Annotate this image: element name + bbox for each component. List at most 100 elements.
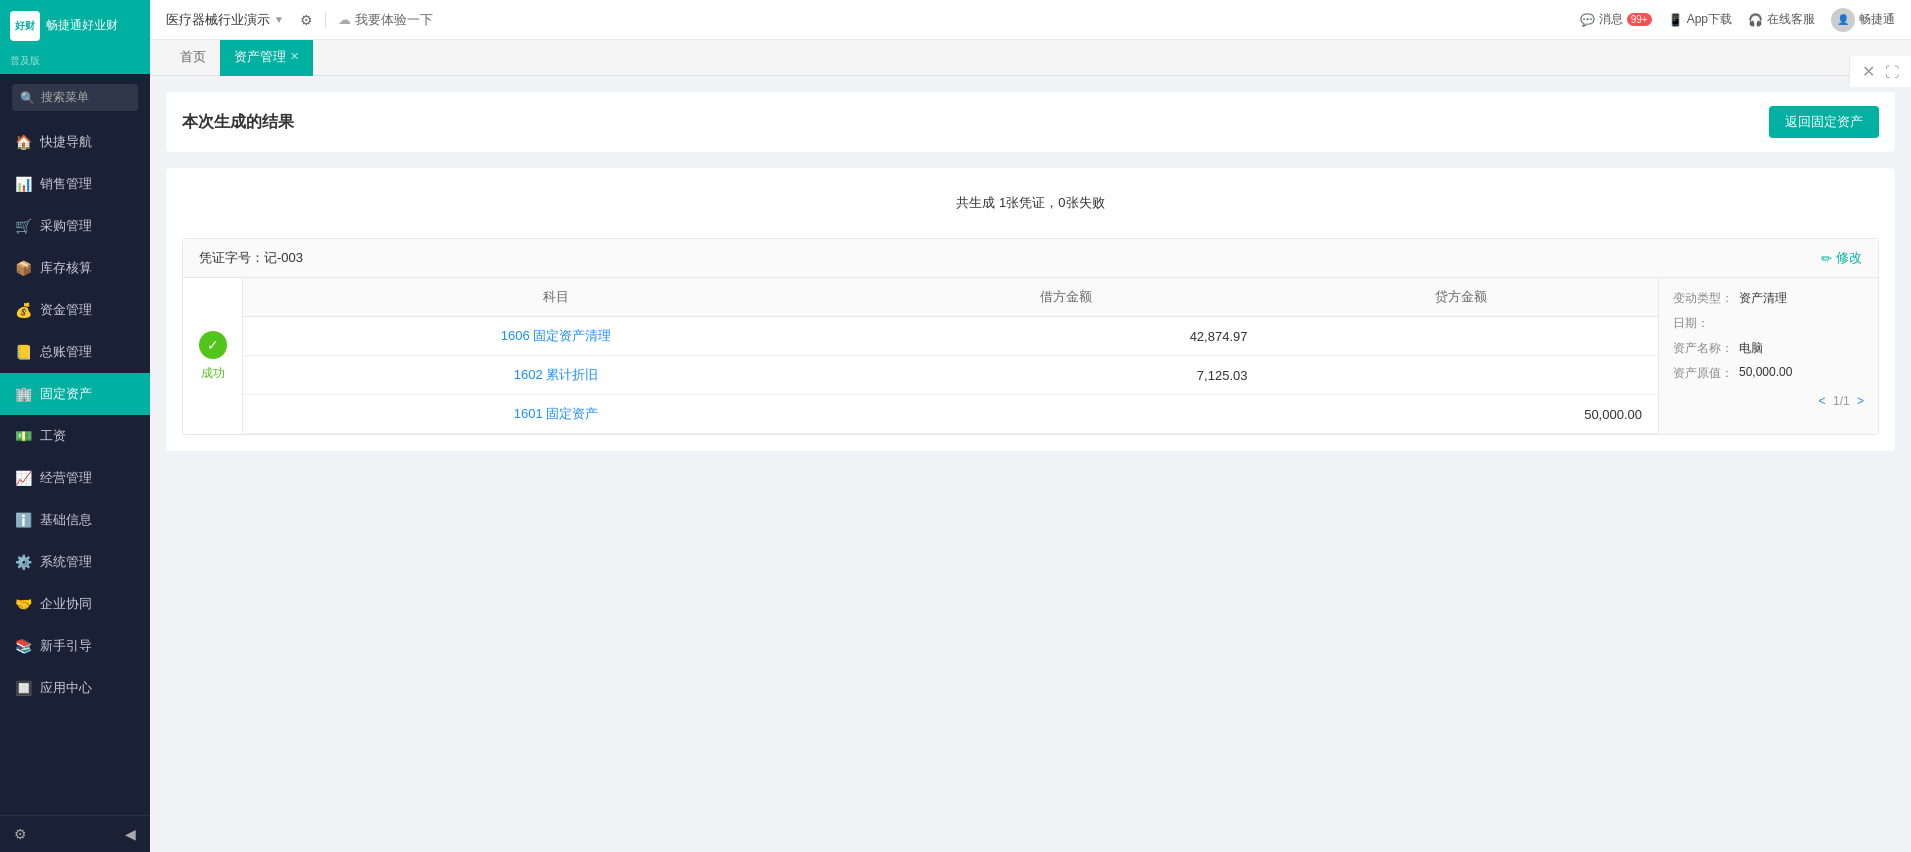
original-value-value: 50,000.00 [1739,365,1792,379]
company-selector[interactable]: 医疗器械行业演示 ▼ [166,11,284,29]
success-icon: ✓ [199,331,227,359]
sidebar-item-label: 快捷导航 [40,133,92,151]
voucher-edit-button[interactable]: ✏ 修改 [1821,249,1862,267]
sidebar-item-enterprise[interactable]: 🤝 企业协同 [0,583,150,625]
experience-label: 我要体验一下 [355,11,433,29]
online-service-button[interactable]: 🎧 在线客服 [1748,11,1815,28]
app-name: 畅捷通好业财 [46,18,118,34]
debit-cell-1: 42,874.97 [869,317,1264,356]
page-header: 本次生成的结果 返回固定资产 [166,92,1895,152]
logo-icon: 好财 [10,11,40,41]
company-name: 医疗器械行业演示 [166,11,270,29]
voucher-number: 凭证字号：记-003 [199,249,303,267]
sidebar-item-label: 工资 [40,427,66,445]
sidebar-item-label: 基础信息 [40,511,92,529]
tab-home[interactable]: 首页 [166,40,220,76]
tab-home-label: 首页 [180,48,206,66]
asset-name-row: 资产名称： 电脑 [1673,340,1864,357]
tab-asset-management[interactable]: 资产管理 ✕ [220,40,313,76]
experience-button[interactable]: ☁ 我要体验一下 [338,11,433,29]
close-panel-icon[interactable]: ✕ [1858,60,1879,83]
sidebar-nav: 🔍 搜索菜单 🏠 快捷导航 📊 销售管理 🛒 采购管理 📦 库存核算 💰 资金管… [0,74,150,815]
sidebar-item-fixed-assets[interactable]: 🏢 固定资产 [0,373,150,415]
table-row: 1606 固定资产清理 42,874.97 [243,317,1658,356]
topbar-right: 💬 消息 99+ 📱 App下载 🎧 在线客服 👤 畅捷通 [1580,8,1895,32]
sidebar-item-system[interactable]: ⚙️ 系统管理 [0,541,150,583]
original-value-row: 资产原值： 50,000.00 [1673,365,1864,382]
message-icon: 💬 [1580,13,1595,27]
back-to-fixed-assets-button[interactable]: 返回固定资产 [1769,106,1879,138]
topbar: 医疗器械行业演示 ▼ ⚙ ☁ 我要体验一下 💬 消息 99+ 📱 App下载 🎧 [150,0,1911,40]
edit-icon: ✏ [1821,251,1832,266]
assets-icon: 🏢 [14,386,32,402]
sidebar-item-finance[interactable]: 💰 资金管理 [0,289,150,331]
sidebar: 好财 畅捷通好业财 普及版 🔍 搜索菜单 🏠 快捷导航 📊 销售管理 🛒 采购管… [0,0,150,852]
sidebar-item-app-center[interactable]: 🔲 应用中心 [0,667,150,709]
message-badge: 99+ [1627,13,1652,26]
sidebar-search-area: 🔍 搜索菜单 [0,74,150,121]
sidebar-item-payroll[interactable]: 💵 工资 [0,415,150,457]
voucher-table: 科目 借方金额 贷方金额 1606 固定资产清理 42,874.97 [243,278,1658,434]
debit-cell-2: 7,125.03 [869,356,1264,395]
sidebar-item-inventory[interactable]: 📦 库存核算 [0,247,150,289]
avatar-icon: 👤 [1837,14,1849,25]
purchase-icon: 🛒 [14,218,32,234]
inventory-icon: 📦 [14,260,32,276]
credit-cell-1 [1263,317,1658,356]
subject-cell-2[interactable]: 1602 累计折旧 [243,356,869,395]
settings-gear-icon[interactable]: ⚙ [300,12,313,28]
tab-close-icon[interactable]: ✕ [290,50,299,63]
message-label: 消息 [1599,11,1623,28]
date-label: 日期： [1673,315,1709,332]
credit-cell-3: 50,000.00 [1263,395,1658,434]
user-avatar-area[interactable]: 👤 畅捷通 [1831,8,1895,32]
settings-icon[interactable]: ⚙ [14,826,27,842]
sidebar-item-label: 应用中心 [40,679,92,697]
sidebar-item-label: 总账管理 [40,343,92,361]
info-icon: ℹ️ [14,512,32,528]
home-icon: 🏠 [14,134,32,150]
app-download-button[interactable]: 📱 App下载 [1668,11,1732,28]
voucher-side-info: 变动类型： 资产清理 日期： 资产名称： 电脑 资产原值： [1658,278,1878,434]
sidebar-item-ledger[interactable]: 📒 总账管理 [0,331,150,373]
prev-page-icon[interactable]: < [1819,394,1826,408]
sidebar-item-label: 销售管理 [40,175,92,193]
collapse-icon[interactable]: ◀ [125,826,136,842]
dropdown-arrow-icon: ▼ [274,14,284,25]
asset-name-value: 电脑 [1739,340,1763,357]
subject-cell-1[interactable]: 1606 固定资产清理 [243,317,869,356]
credit-cell-2 [1263,356,1658,395]
change-type-label: 变动类型： [1673,290,1733,307]
cloud-icon: ☁ [338,12,351,27]
sidebar-item-purchase[interactable]: 🛒 采购管理 [0,205,150,247]
finance-icon: 💰 [14,302,32,318]
guide-icon: 📚 [14,638,32,654]
online-service-label: 在线客服 [1767,11,1815,28]
sidebar-item-label: 新手引导 [40,637,92,655]
sidebar-item-sales[interactable]: 📊 销售管理 [0,163,150,205]
sidebar-item-quick-nav[interactable]: 🏠 快捷导航 [0,121,150,163]
debit-cell-3 [869,395,1264,434]
sidebar-item-guide[interactable]: 📚 新手引导 [0,625,150,667]
app-version: 普及版 [0,52,150,74]
maximize-panel-icon[interactable]: ⛶ [1881,62,1903,82]
message-button[interactable]: 💬 消息 99+ [1580,11,1652,28]
search-icon: 🔍 [20,91,35,105]
sidebar-item-basic-info[interactable]: ℹ️ 基础信息 [0,499,150,541]
sidebar-item-label: 系统管理 [40,553,92,571]
next-page-icon[interactable]: > [1857,394,1864,408]
management-icon: 📈 [14,470,32,486]
search-menu-button[interactable]: 🔍 搜索菜单 [12,84,138,111]
sidebar-item-management[interactable]: 📈 经营管理 [0,457,150,499]
headset-icon: 🎧 [1748,13,1763,27]
main-area: 医疗器械行业演示 ▼ ⚙ ☁ 我要体验一下 💬 消息 99+ 📱 App下载 🎧 [150,0,1911,852]
subject-cell-3[interactable]: 1601 固定资产 [243,395,869,434]
username-label: 畅捷通 [1859,11,1895,28]
enterprise-icon: 🤝 [14,596,32,612]
asset-name-label: 资产名称： [1673,340,1733,357]
pagination: < 1/1 > [1673,394,1864,408]
ledger-icon: 📒 [14,344,32,360]
edit-label: 修改 [1836,249,1862,267]
app-download-label: App下载 [1687,11,1732,28]
table-row: 1602 累计折旧 7,125.03 [243,356,1658,395]
